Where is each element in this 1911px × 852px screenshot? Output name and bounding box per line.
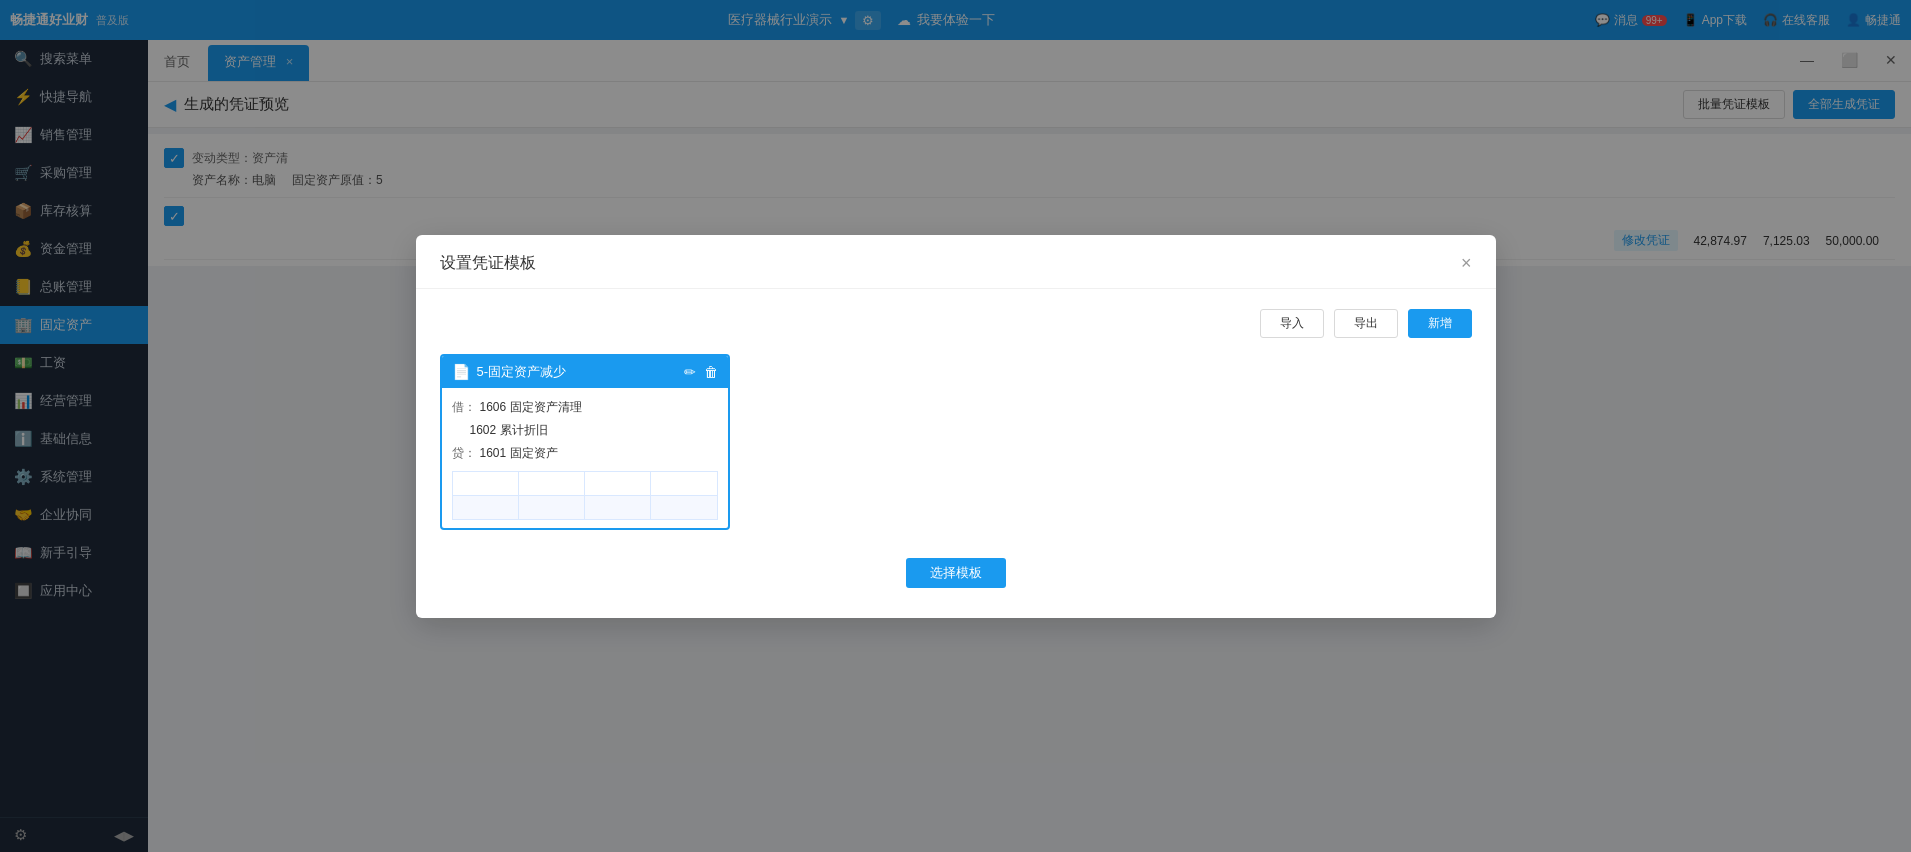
modal-body: 导入 导出 新增 📄 5-固定资产减少 ✏ 🗑	[416, 289, 1496, 618]
template-delete-icon[interactable]: 🗑	[704, 364, 718, 380]
template-grid	[452, 471, 718, 520]
entry-name-2: 累计折旧	[500, 422, 548, 439]
entry-name-1: 固定资产清理	[510, 399, 582, 416]
entry-code-1: 1606	[480, 400, 507, 414]
template-card-header: 📄 5-固定资产减少 ✏ 🗑	[442, 356, 728, 388]
modal-header: 设置凭证模板 ×	[416, 235, 1496, 289]
modal-dialog: 设置凭证模板 × 导入 导出 新增 📄 5-固定资产减少 ✏ 🗑	[416, 235, 1496, 618]
template-doc-icon: 📄	[452, 363, 471, 381]
grid-cell	[585, 495, 651, 519]
template-card-actions: ✏ 🗑	[684, 364, 718, 380]
modal-close-btn[interactable]: ×	[1461, 253, 1472, 274]
new-btn[interactable]: 新增	[1408, 309, 1472, 338]
entry-code-3: 1601	[480, 446, 507, 460]
modal-title: 设置凭证模板	[440, 253, 536, 274]
template-edit-icon[interactable]: ✏	[684, 364, 696, 380]
entry-row-3: 贷： 1601 固定资产	[452, 442, 718, 465]
entry-code-2: 1602	[470, 423, 497, 437]
modal-overlay: 设置凭证模板 × 导入 导出 新增 📄 5-固定资产减少 ✏ 🗑	[0, 0, 1911, 852]
grid-cell	[518, 495, 584, 519]
grid-cell	[585, 471, 651, 495]
template-entries: 借： 1606 固定资产清理 1602 累计折旧 贷： 1601 固定资产	[452, 396, 718, 465]
entry-name-3: 固定资产	[510, 445, 558, 462]
entry-type-1: 借：	[452, 399, 476, 416]
export-btn[interactable]: 导出	[1334, 309, 1398, 338]
template-card-body: 借： 1606 固定资产清理 1602 累计折旧 贷： 1601 固定资产	[442, 388, 728, 528]
template-full-title: 5-固定资产减少	[477, 363, 567, 381]
grid-cell	[452, 495, 518, 519]
entry-row-2: 1602 累计折旧	[452, 419, 718, 442]
template-card-title: 📄 5-固定资产减少	[452, 363, 567, 381]
grid-cell	[651, 495, 717, 519]
template-card: 📄 5-固定资产减少 ✏ 🗑 借： 1606 固定资产清理	[440, 354, 730, 530]
select-template-area: 选择模板	[440, 544, 1472, 588]
select-template-btn[interactable]: 选择模板	[906, 558, 1006, 588]
grid-cell	[518, 471, 584, 495]
grid-cell	[651, 471, 717, 495]
modal-toolbar: 导入 导出 新增	[440, 309, 1472, 338]
entry-row-1: 借： 1606 固定资产清理	[452, 396, 718, 419]
import-btn[interactable]: 导入	[1260, 309, 1324, 338]
grid-cell	[452, 471, 518, 495]
entry-type-3: 贷：	[452, 445, 476, 462]
